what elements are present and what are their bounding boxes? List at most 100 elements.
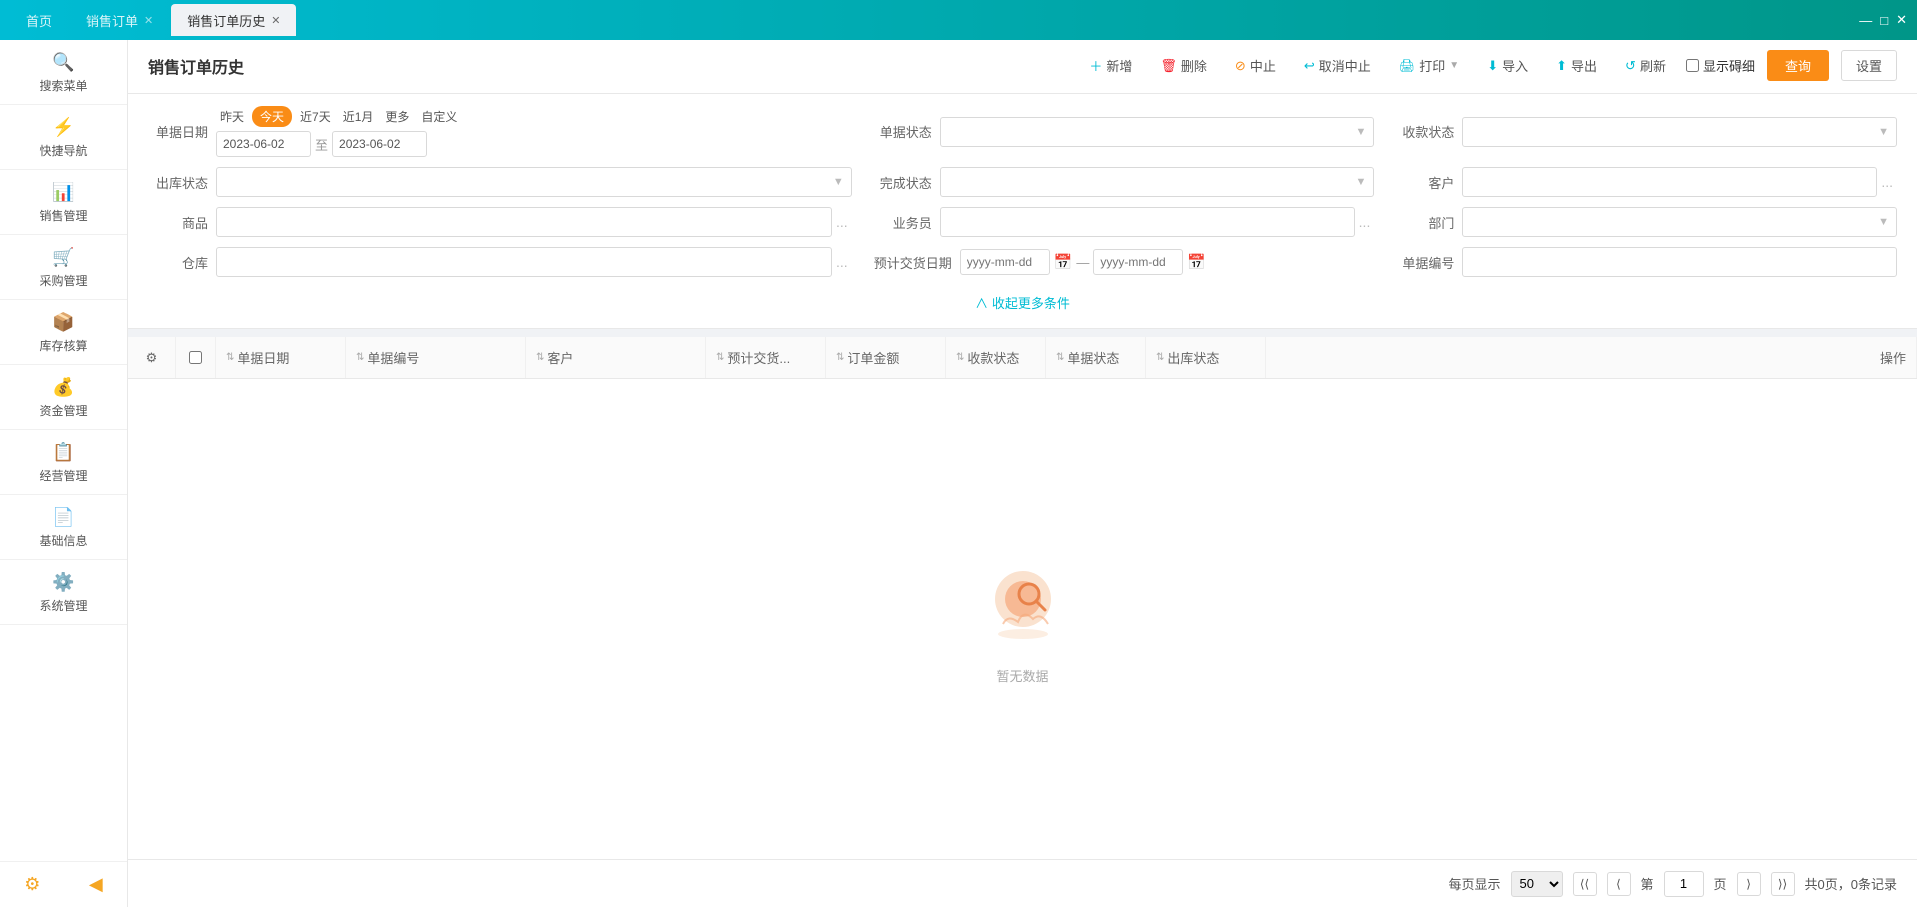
page-prev-btn[interactable]: ⟨ [1607,872,1631,896]
warehouse-ellipsis-btn[interactable]: ... [832,254,852,270]
refresh-button[interactable]: ↺ 刷新 [1617,52,1674,79]
window-minimize[interactable]: — [1859,13,1872,28]
product-control: ... [216,207,852,237]
sidebar-item-ops-mgmt[interactable]: 📋 经营管理 [0,430,127,495]
page-size-select[interactable]: 50 10 20 100 [1511,871,1563,897]
salesperson-label: 业务员 [872,213,932,232]
warehouse-input[interactable] [216,247,832,277]
order-status-control: ▼ [940,117,1375,147]
page-next-btn[interactable]: ⟩ [1737,872,1761,896]
settings-gear-icon[interactable]: ⚙ [146,350,158,366]
complete-status-control: ▼ [940,167,1375,197]
query-button[interactable]: 查询 [1767,50,1829,81]
tab-sales-order-history[interactable]: 销售订单历史 ✕ [171,4,296,36]
refresh-icon: ↺ [1625,58,1636,74]
page-size-label: 每页显示 [1448,874,1500,893]
th-customer[interactable]: ⇅ 客户 [526,337,706,378]
customer-input[interactable] [1462,167,1877,197]
delivery-to-input[interactable] [1093,249,1183,275]
th-amount[interactable]: ⇅ 订单金额 [826,337,946,378]
payment-status-select[interactable] [1462,117,1897,147]
sort-icon: ⇅ [1156,352,1164,363]
page-input[interactable] [1664,871,1704,897]
sidebar-item-purchase-mgmt[interactable]: 🛒 采购管理 [0,235,127,300]
delivery-to-calendar-icon[interactable]: 📅 [1187,253,1206,271]
sidebar-item-sys-mgmt[interactable]: ⚙️ 系统管理 [0,560,127,625]
tab-sales-order-close[interactable]: ✕ [144,14,153,27]
complete-status-select[interactable] [940,167,1375,197]
salesperson-input[interactable] [940,207,1355,237]
filter-area: 单据日期 昨天 今天 近7天 近1月 更多 自定义 至 [128,94,1917,329]
select-all-checkbox[interactable] [189,351,202,364]
filter-order-no: 单据编号 [1394,247,1897,277]
th-order-no[interactable]: ⇅ 单据编号 [346,337,526,378]
stop-button[interactable]: ⊘ 中止 [1227,52,1284,79]
sidebar-item-basic-info[interactable]: 📄 基础信息 [0,495,127,560]
new-button[interactable]: ＋ 新增 [1081,52,1140,79]
import-icon: ⬇ [1487,58,1498,74]
order-no-input[interactable] [1462,247,1897,277]
date-to-input[interactable] [332,131,427,157]
sidebar-item-search-menu[interactable]: 🔍 搜索菜单 [0,40,127,105]
empty-state-illustration [973,554,1073,654]
sort-icon: ⇅ [836,352,844,363]
date-3days-btn[interactable]: 今天 [252,106,292,127]
th-payment-status[interactable]: ⇅ 收款状态 [946,337,1046,378]
delete-button[interactable]: 🗑 删除 [1152,52,1215,79]
tab-sales-order-history-close[interactable]: ✕ [271,14,280,27]
sidebar-item-inventory[interactable]: 📦 库存核算 [0,300,127,365]
toolbar: ＋ 新增 🗑 删除 ⊘ 中止 ↩ 取消中止 [1081,50,1897,81]
delivery-from-calendar-icon[interactable]: 📅 [1054,253,1073,271]
quick-nav-icon: ⚡ [52,117,74,138]
window-close-icon[interactable]: ✕ [1896,12,1907,28]
collapse-conditions-btn[interactable]: ∧ 收起更多条件 [148,287,1897,316]
export-button[interactable]: ⬆ 导出 [1548,52,1605,79]
payment-status-control: ▼ [1462,117,1897,147]
date-more-btn[interactable]: 更多 [381,106,413,127]
date-7days-btn[interactable]: 近7天 [296,106,335,127]
date-yesterday-btn[interactable]: 昨天 [216,106,248,127]
page-first-btn[interactable]: ⟨⟨ [1573,872,1597,896]
delivery-date-label: 预计交货日期 [872,253,952,272]
sidebar-item-label: 基础信息 [39,532,87,549]
date-range-inputs: 至 [216,131,852,157]
sidebar-item-fund-mgmt[interactable]: 💰 资金管理 [0,365,127,430]
order-no-control [1462,247,1897,277]
th-stock-status[interactable]: ⇅ 出库状态 [1146,337,1266,378]
th-date[interactable]: ⇅ 单据日期 [216,337,346,378]
new-icon: ＋ [1089,56,1102,75]
cancel-stop-button[interactable]: ↩ 取消中止 [1296,52,1379,79]
import-button[interactable]: ⬇ 导入 [1479,52,1536,79]
dept-select[interactable] [1462,207,1897,237]
sort-icon: ⇅ [356,352,364,363]
page-last-btn[interactable]: ⟩⟩ [1771,872,1795,896]
sidebar-item-sales-mgmt[interactable]: 📊 销售管理 [0,170,127,235]
display-cols-cb-input[interactable] [1686,59,1699,72]
th-settings[interactable]: ⚙ [128,337,176,378]
sidebar-collapse-btn[interactable]: ◀ [89,874,103,895]
sidebar-settings-btn[interactable]: ⚙ [24,874,40,895]
th-order-status[interactable]: ⇅ 单据状态 [1046,337,1146,378]
delivery-from-input[interactable] [960,249,1050,275]
display-cols-checkbox[interactable]: 显示碍细 [1686,56,1755,75]
page-title: 销售订单历史 [148,54,244,78]
tab-home[interactable]: 首页 [10,4,68,36]
salesperson-ellipsis-btn[interactable]: ... [1355,214,1375,230]
product-input[interactable] [216,207,832,237]
window-maximize[interactable]: □ [1880,13,1888,28]
date-from-input[interactable] [216,131,311,157]
date-custom-btn[interactable]: 自定义 [417,106,461,127]
order-status-select[interactable] [940,117,1375,147]
setting-button[interactable]: 设置 [1841,50,1897,81]
top-bar-right: — □ ✕ [1859,12,1907,28]
stock-out-select[interactable] [216,167,852,197]
tab-sales-order[interactable]: 销售订单 ✕ [70,4,169,36]
th-delivery[interactable]: ⇅ 预计交货... [706,337,826,378]
product-ellipsis-btn[interactable]: ... [832,214,852,230]
sidebar-item-quick-nav[interactable]: ⚡ 快捷导航 [0,105,127,170]
customer-ellipsis-btn[interactable]: ... [1877,174,1897,190]
th-checkbox[interactable] [176,337,216,378]
print-button[interactable]: 🖨 打印 ▼ [1391,52,1467,79]
date-1month-btn[interactable]: 近1月 [339,106,378,127]
sidebar: 🔍 搜索菜单 ⚡ 快捷导航 📊 销售管理 🛒 采购管理 📦 库存核算 💰 资金管… [0,40,128,907]
